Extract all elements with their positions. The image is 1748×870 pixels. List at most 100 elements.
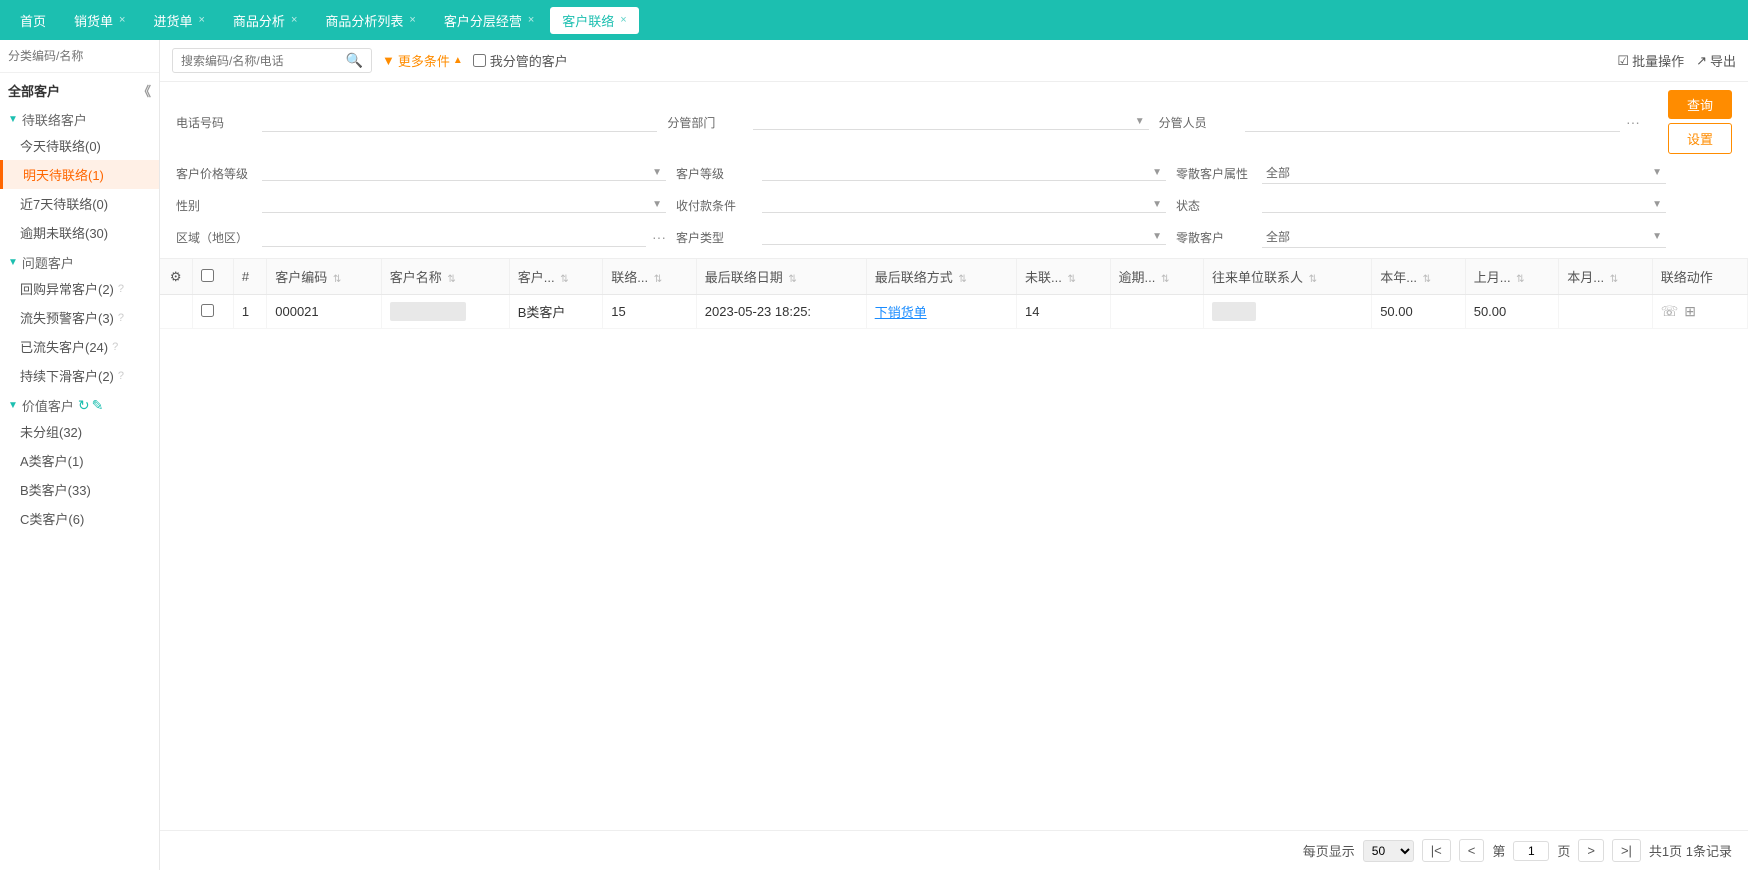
- filter-gender-dropdown[interactable]: ▼: [262, 197, 666, 213]
- region-dots-icon[interactable]: ···: [652, 229, 666, 245]
- sidebar-item-a-class[interactable]: A类客户(1): [0, 446, 159, 475]
- this-year-column-header[interactable]: 本年... ⇅: [1372, 259, 1466, 295]
- name-column-header[interactable]: 客户名称 ⇅: [381, 259, 509, 295]
- close-product-icon[interactable]: ×: [291, 14, 297, 26]
- per-page-select[interactable]: 50 100 200: [1363, 840, 1414, 862]
- filter-manager-cell: 分管人员 ···: [1159, 113, 1650, 132]
- export-btn[interactable]: ↗ 导出: [1696, 51, 1736, 70]
- last-month-column-header[interactable]: 上月... ⇅: [1465, 259, 1559, 295]
- sidebar-item-c-class[interactable]: C类客户(6): [0, 504, 159, 533]
- close-purchase-icon[interactable]: ×: [198, 14, 204, 26]
- filter-dept-dropdown[interactable]: ▼: [753, 114, 1148, 130]
- help-icon-4[interactable]: ?: [118, 370, 124, 382]
- group-problem-customers: ▼ 问题客户: [0, 247, 159, 274]
- search-input[interactable]: [181, 54, 342, 68]
- filter-price-level-label: 客户价格等级: [176, 165, 256, 182]
- filter-phone-input[interactable]: [262, 113, 657, 132]
- search-submit-icon[interactable]: 🔍: [346, 52, 363, 69]
- contact-sort-icon: ⇅: [654, 274, 662, 285]
- filter-gender-cell: 性别 ▼: [176, 197, 676, 214]
- filter-status-label: 状态: [1176, 197, 1256, 214]
- phone-action-icon[interactable]: ☏: [1661, 303, 1679, 320]
- help-icon-1[interactable]: ?: [118, 283, 124, 295]
- filter-retail-attr-dropdown[interactable]: 全部 ▼: [1262, 162, 1666, 184]
- arrow-icon: ▼: [8, 114, 18, 125]
- filter-status-dropdown[interactable]: ▼: [1262, 197, 1666, 213]
- batch-op-btn[interactable]: ☑ 批量操作: [1617, 51, 1684, 70]
- row-action-cell: ☏ ⊞: [1652, 295, 1747, 329]
- first-page-button[interactable]: |<: [1422, 839, 1451, 862]
- close-sales-icon[interactable]: ×: [119, 14, 125, 26]
- collapse-sidebar-icon[interactable]: 《: [138, 81, 151, 100]
- filter-retail-attr-cell: 零散客户属性 全部 ▼: [1176, 162, 1676, 184]
- row-checkbox[interactable]: [201, 304, 214, 317]
- next-page-button[interactable]: >: [1578, 839, 1604, 862]
- manager-dots-icon[interactable]: ···: [1626, 114, 1640, 130]
- filter-retail-customer-dropdown[interactable]: 全部 ▼: [1262, 226, 1666, 248]
- nav-purchase[interactable]: 进货单 ×: [141, 7, 216, 34]
- last-contact-date-column-header[interactable]: 最后联络日期 ⇅: [696, 259, 866, 295]
- filter-cust-level-label: 客户等级: [676, 165, 756, 182]
- sidebar-item-churn-warn[interactable]: 流失预警客户(3) ?: [0, 303, 159, 332]
- no-contact-column-header[interactable]: 未联... ⇅: [1016, 259, 1110, 295]
- sidebar-search-input[interactable]: [8, 49, 160, 63]
- set-button[interactable]: 设置: [1668, 123, 1732, 154]
- sidebar-item-7days[interactable]: 近7天待联络(0): [0, 189, 159, 218]
- help-icon-3[interactable]: ?: [112, 341, 118, 353]
- page-number-input[interactable]: [1513, 841, 1549, 861]
- help-icon-2[interactable]: ?: [118, 312, 124, 324]
- gear-column-header[interactable]: ⚙: [160, 259, 192, 295]
- code-column-header[interactable]: 客户编码 ⇅: [267, 259, 381, 295]
- filter-cust-level-dropdown[interactable]: ▼: [762, 165, 1166, 181]
- prev-page-button[interactable]: <: [1459, 839, 1485, 862]
- more-conditions-btn[interactable]: ▼ 更多条件 ▲: [382, 51, 463, 70]
- org-contact-column-header[interactable]: 往来单位联系人 ⇅: [1204, 259, 1372, 295]
- filter-payment-dropdown[interactable]: ▼: [762, 197, 1166, 213]
- nav-customer-contact[interactable]: 客户联络 ×: [550, 7, 638, 34]
- filter-cust-type-dropdown[interactable]: ▼: [762, 229, 1166, 245]
- type-column-header[interactable]: 客户... ⇅: [509, 259, 603, 295]
- sidebar-item-declining[interactable]: 持续下滑客户(2) ?: [0, 361, 159, 390]
- contact-method-link[interactable]: 下销货单: [875, 305, 927, 320]
- filter-price-level-dropdown[interactable]: ▼: [262, 165, 666, 181]
- filter-retail-customer-cell: 零散客户 全部 ▼: [1176, 226, 1676, 248]
- status-chevron-icon: ▼: [1652, 199, 1662, 210]
- overdue-column-header[interactable]: 逾期... ⇅: [1110, 259, 1204, 295]
- nav-product-analysis-list[interactable]: 商品分析列表 ×: [313, 7, 427, 34]
- sidebar-item-tomorrow[interactable]: 明天待联络(1): [0, 160, 159, 189]
- my-customers-checkbox[interactable]: [473, 54, 486, 67]
- query-button[interactable]: 查询: [1668, 90, 1732, 119]
- export-icon: ↗: [1696, 53, 1707, 69]
- cust-type-chevron-icon: ▼: [1152, 231, 1162, 242]
- row-checkbox-cell: [192, 295, 233, 329]
- sidebar-item-b-class[interactable]: B类客户(33): [0, 475, 159, 504]
- row-last-month-cell: 50.00: [1465, 295, 1559, 329]
- refresh-value-icon[interactable]: ↻: [78, 397, 90, 414]
- sidebar-item-today[interactable]: 今天待联络(0): [0, 131, 159, 160]
- this-month-column-header[interactable]: 本月... ⇅: [1559, 259, 1653, 295]
- filter-region-cell: 区域（地区） ···: [176, 228, 676, 247]
- last-page-button[interactable]: >|: [1612, 839, 1641, 862]
- contact-column-header[interactable]: 联络... ⇅: [603, 259, 697, 295]
- nav-sales[interactable]: 销货单 ×: [62, 7, 137, 34]
- filter-row-2: 客户价格等级 ▼ 客户等级 ▼ 零散客户属性 全部: [176, 160, 1732, 186]
- close-product-list-icon[interactable]: ×: [409, 14, 415, 26]
- nav-home[interactable]: 首页: [8, 7, 58, 34]
- sidebar-item-churned[interactable]: 已流失客户(24) ?: [0, 332, 159, 361]
- close-tier-icon[interactable]: ×: [528, 14, 534, 26]
- nav-product-analysis[interactable]: 商品分析 ×: [221, 7, 309, 34]
- filter-region-input[interactable]: [262, 228, 646, 247]
- last-contact-method-column-header[interactable]: 最后联络方式 ⇅: [866, 259, 1016, 295]
- close-contact-icon[interactable]: ×: [620, 14, 626, 26]
- select-all-checkbox[interactable]: [201, 269, 214, 282]
- sidebar-item-abnormal[interactable]: 回购异常客户(2) ?: [0, 274, 159, 303]
- nav-customer-tier[interactable]: 客户分层经营 ×: [432, 7, 546, 34]
- filter-payment-cell: 收付款条件 ▼: [676, 197, 1176, 214]
- sidebar-item-ungrouped[interactable]: 未分组(32): [0, 417, 159, 446]
- my-customers-checkbox-wrap[interactable]: 我分管的客户: [473, 51, 568, 70]
- filter-status-cell: 状态 ▼: [1176, 197, 1676, 214]
- grid-action-icon[interactable]: ⊞: [1684, 303, 1696, 320]
- edit-value-icon[interactable]: ✎: [92, 397, 104, 414]
- filter-manager-input[interactable]: [1245, 113, 1620, 132]
- sidebar-item-overdue[interactable]: 逾期未联络(30): [0, 218, 159, 247]
